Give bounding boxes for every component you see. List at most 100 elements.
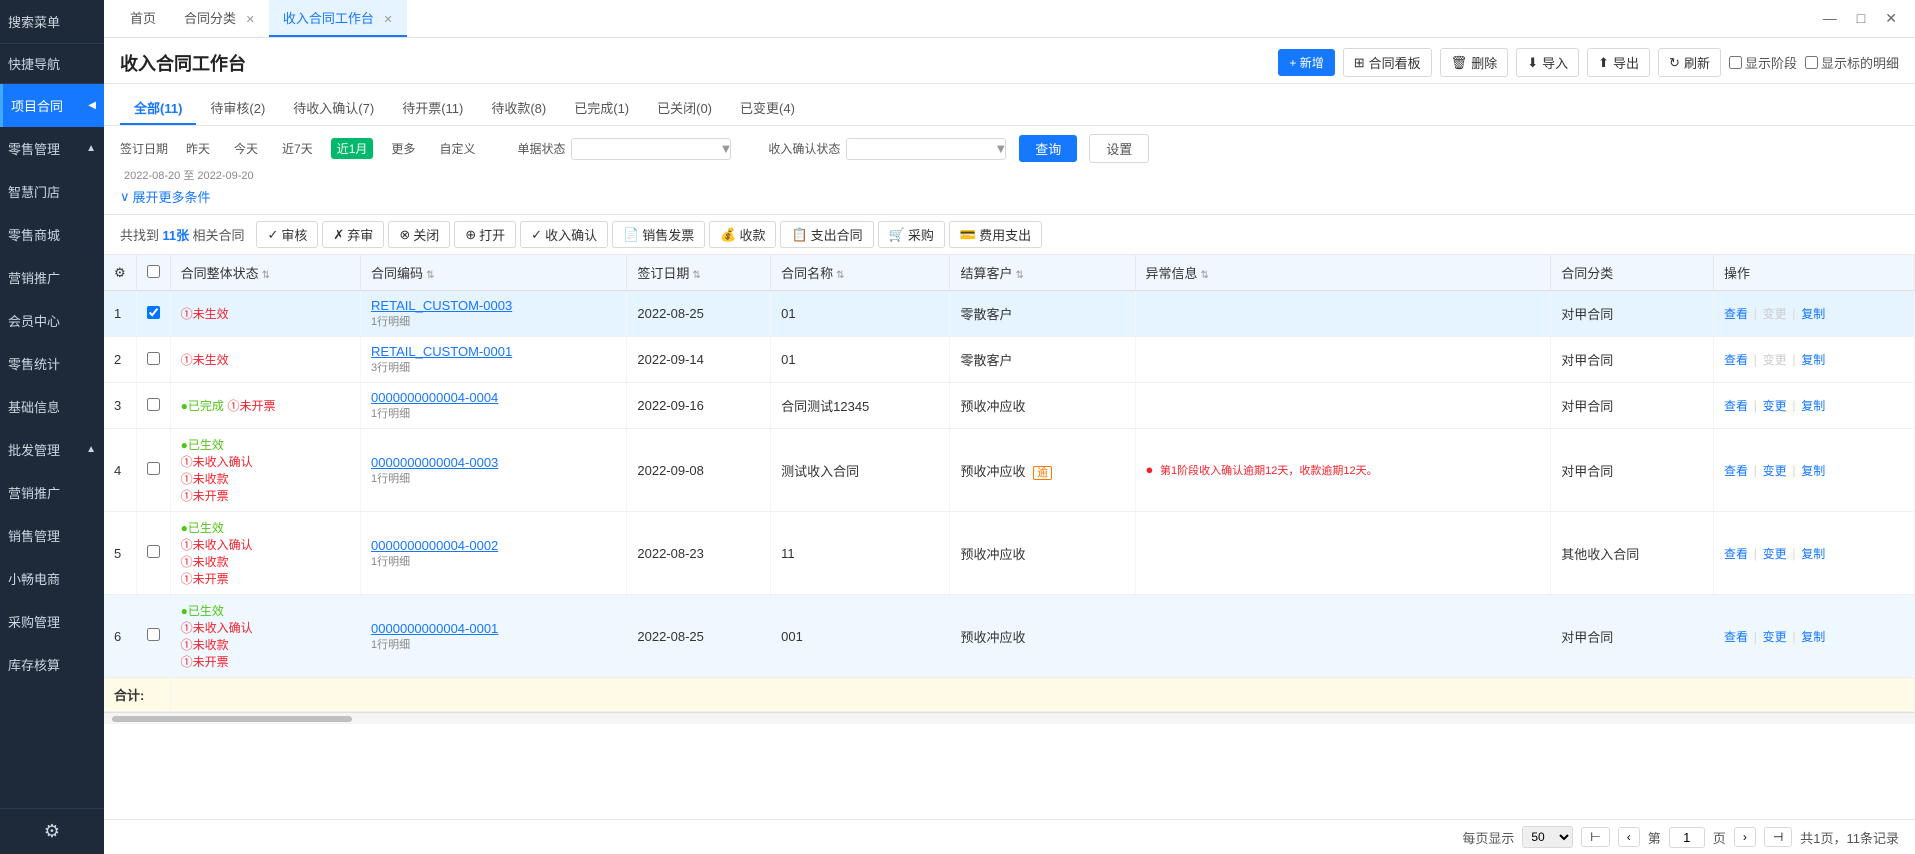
open-contract-button[interactable]: ⊕ 打开: [454, 221, 516, 248]
sort-customer-icon[interactable]: ⇅: [1015, 270, 1023, 281]
page-number-input[interactable]: [1669, 827, 1705, 848]
filter-tab-pending-income[interactable]: 待收入确认(7): [279, 92, 388, 125]
change-button[interactable]: 变更: [1763, 399, 1787, 413]
sort-code-icon[interactable]: ⇅: [426, 270, 434, 281]
sort-error-icon[interactable]: ⇅: [1201, 270, 1209, 281]
tab-close-income-contract[interactable]: ✕: [384, 14, 393, 26]
prev-page-button[interactable]: ‹: [1618, 827, 1640, 847]
row-checkbox[interactable]: [136, 512, 170, 595]
filter-tab-all[interactable]: 全部(11): [120, 92, 196, 125]
col-checkbox[interactable]: [136, 255, 170, 291]
tab-home[interactable]: 首页: [116, 0, 170, 37]
close-button[interactable]: ✕: [1879, 8, 1903, 29]
filter-tab-changed[interactable]: 已变更(4): [726, 92, 809, 125]
sidebar-item-retail-stats[interactable]: 零售统计: [0, 342, 104, 385]
tab-income-contract[interactable]: 收入合同工作台 ✕: [269, 0, 407, 37]
sidebar-item-marketing2[interactable]: 营销推广: [0, 471, 104, 514]
date-btn-7days[interactable]: 近7天: [276, 138, 319, 159]
filter-tab-pending-review[interactable]: 待审核(2): [196, 92, 279, 125]
setting-button[interactable]: 设置: [1089, 134, 1149, 163]
expenditure-contract-button[interactable]: 📋 支出合同: [780, 221, 873, 248]
copy-button[interactable]: 复制: [1801, 399, 1825, 413]
kanban-button[interactable]: ⊞ 合同看板: [1343, 48, 1432, 77]
sidebar-item-smart-store[interactable]: 智慧门店: [0, 170, 104, 213]
page-size-select[interactable]: 50 10 20 100: [1522, 826, 1573, 848]
doc-status-select[interactable]: [571, 138, 731, 160]
show-fields-checkbox[interactable]: 显示阶段: [1729, 53, 1797, 72]
view-button[interactable]: 查看: [1724, 307, 1748, 321]
copy-button[interactable]: 复制: [1801, 353, 1825, 367]
row-check-input[interactable]: [147, 398, 160, 411]
row-checkbox[interactable]: [136, 429, 170, 512]
review-button[interactable]: ✓ 审核: [256, 221, 318, 248]
filter-tab-closed[interactable]: 已关闭(0): [643, 92, 726, 125]
view-button[interactable]: 查看: [1724, 630, 1748, 644]
export-button[interactable]: ⬆ 导出: [1587, 48, 1650, 77]
col-settings[interactable]: ⚙: [104, 255, 136, 291]
view-button[interactable]: 查看: [1724, 464, 1748, 478]
sidebar-item-retail-mgmt[interactable]: 零售管理 ▲: [0, 127, 104, 170]
change-button[interactable]: 变更: [1763, 307, 1787, 321]
view-button[interactable]: 查看: [1724, 399, 1748, 413]
row-checkbox[interactable]: [136, 337, 170, 383]
sidebar-item-retail-mall[interactable]: 零售商城: [0, 213, 104, 256]
sidebar-item-purchase-mgmt[interactable]: 采购管理: [0, 600, 104, 643]
next-page-button[interactable]: ›: [1734, 827, 1756, 847]
row-check-input[interactable]: [147, 352, 160, 365]
maximize-button[interactable]: □: [1851, 8, 1871, 29]
sidebar-search[interactable]: 搜索菜单: [0, 0, 104, 44]
change-button[interactable]: 变更: [1763, 464, 1787, 478]
date-btn-today[interactable]: 今天: [228, 138, 264, 159]
sort-status-icon[interactable]: ⇅: [262, 270, 270, 281]
sort-date-icon[interactable]: ⇅: [692, 270, 700, 281]
cancel-review-button[interactable]: ✗ 弃审: [322, 221, 384, 248]
sidebar-item-sales-mgmt[interactable]: 销售管理: [0, 514, 104, 557]
sidebar-item-basic-info[interactable]: 基础信息: [0, 385, 104, 428]
view-button[interactable]: 查看: [1724, 353, 1748, 367]
sales-invoice-button[interactable]: 📄 销售发票: [612, 221, 705, 248]
row-check-input[interactable]: [147, 628, 160, 641]
tab-contract-category[interactable]: 合同分类 ✕: [170, 0, 269, 37]
show-details-input[interactable]: [1805, 56, 1818, 69]
row-check-input[interactable]: [147, 462, 160, 475]
search-button[interactable]: 查询: [1019, 135, 1077, 162]
expand-conditions-button[interactable]: ∨ 展开更多条件: [120, 187, 1899, 206]
view-button[interactable]: 查看: [1724, 547, 1748, 561]
date-btn-yesterday[interactable]: 昨天: [180, 138, 216, 159]
sidebar-item-wholesale-mgmt[interactable]: 批发管理 ▲: [0, 428, 104, 471]
income-confirm-select[interactable]: [846, 138, 1006, 160]
change-button[interactable]: 变更: [1763, 547, 1787, 561]
contract-code-link[interactable]: RETAIL_CUSTOM-0003: [371, 298, 616, 313]
row-check-input[interactable]: [147, 545, 160, 558]
filter-tab-pending-payment[interactable]: 待收款(8): [477, 92, 560, 125]
date-btn-more[interactable]: 更多: [385, 138, 421, 159]
first-page-button[interactable]: ⊢: [1581, 827, 1609, 847]
purchase-button[interactable]: 🛒 采购: [878, 221, 945, 248]
contract-code-link[interactable]: 0000000000004-0002: [371, 538, 616, 553]
delete-button[interactable]: 🗑 删除: [1440, 48, 1509, 77]
contract-code-link[interactable]: 0000000000004-0001: [371, 621, 616, 636]
sidebar-item-marketing[interactable]: 营销推广: [0, 256, 104, 299]
tab-close-contract-category[interactable]: ✕: [246, 14, 255, 26]
change-button[interactable]: 变更: [1763, 353, 1787, 367]
copy-button[interactable]: 复制: [1801, 307, 1825, 321]
sidebar-item-inventory[interactable]: 库存核算: [0, 643, 104, 686]
minimize-button[interactable]: —: [1817, 8, 1843, 29]
sidebar-item-ecommerce[interactable]: 小畅电商: [0, 557, 104, 600]
close-contract-button[interactable]: ⊗ 关闭: [388, 221, 450, 248]
sidebar-settings[interactable]: ⚙: [0, 808, 104, 854]
horizontal-scrollbar[interactable]: [104, 712, 1915, 724]
show-details-checkbox[interactable]: 显示标的明细: [1805, 53, 1899, 72]
row-checkbox[interactable]: [136, 383, 170, 429]
contract-code-link[interactable]: 0000000000004-0004: [371, 390, 616, 405]
import-button[interactable]: ⬇ 导入: [1516, 48, 1579, 77]
refresh-button[interactable]: ↻ 刷新: [1658, 48, 1721, 77]
date-btn-1month[interactable]: 近1月: [331, 138, 374, 159]
sidebar-item-project-contract[interactable]: 项目合同 ◀: [0, 84, 104, 127]
contract-code-link[interactable]: RETAIL_CUSTOM-0001: [371, 344, 616, 359]
sidebar-quick-nav[interactable]: 快捷导航: [0, 44, 104, 84]
collection-button[interactable]: 💰 收款: [709, 221, 776, 248]
copy-button[interactable]: 复制: [1801, 630, 1825, 644]
sort-name-icon[interactable]: ⇅: [836, 270, 844, 281]
row-check-input[interactable]: [147, 306, 160, 319]
